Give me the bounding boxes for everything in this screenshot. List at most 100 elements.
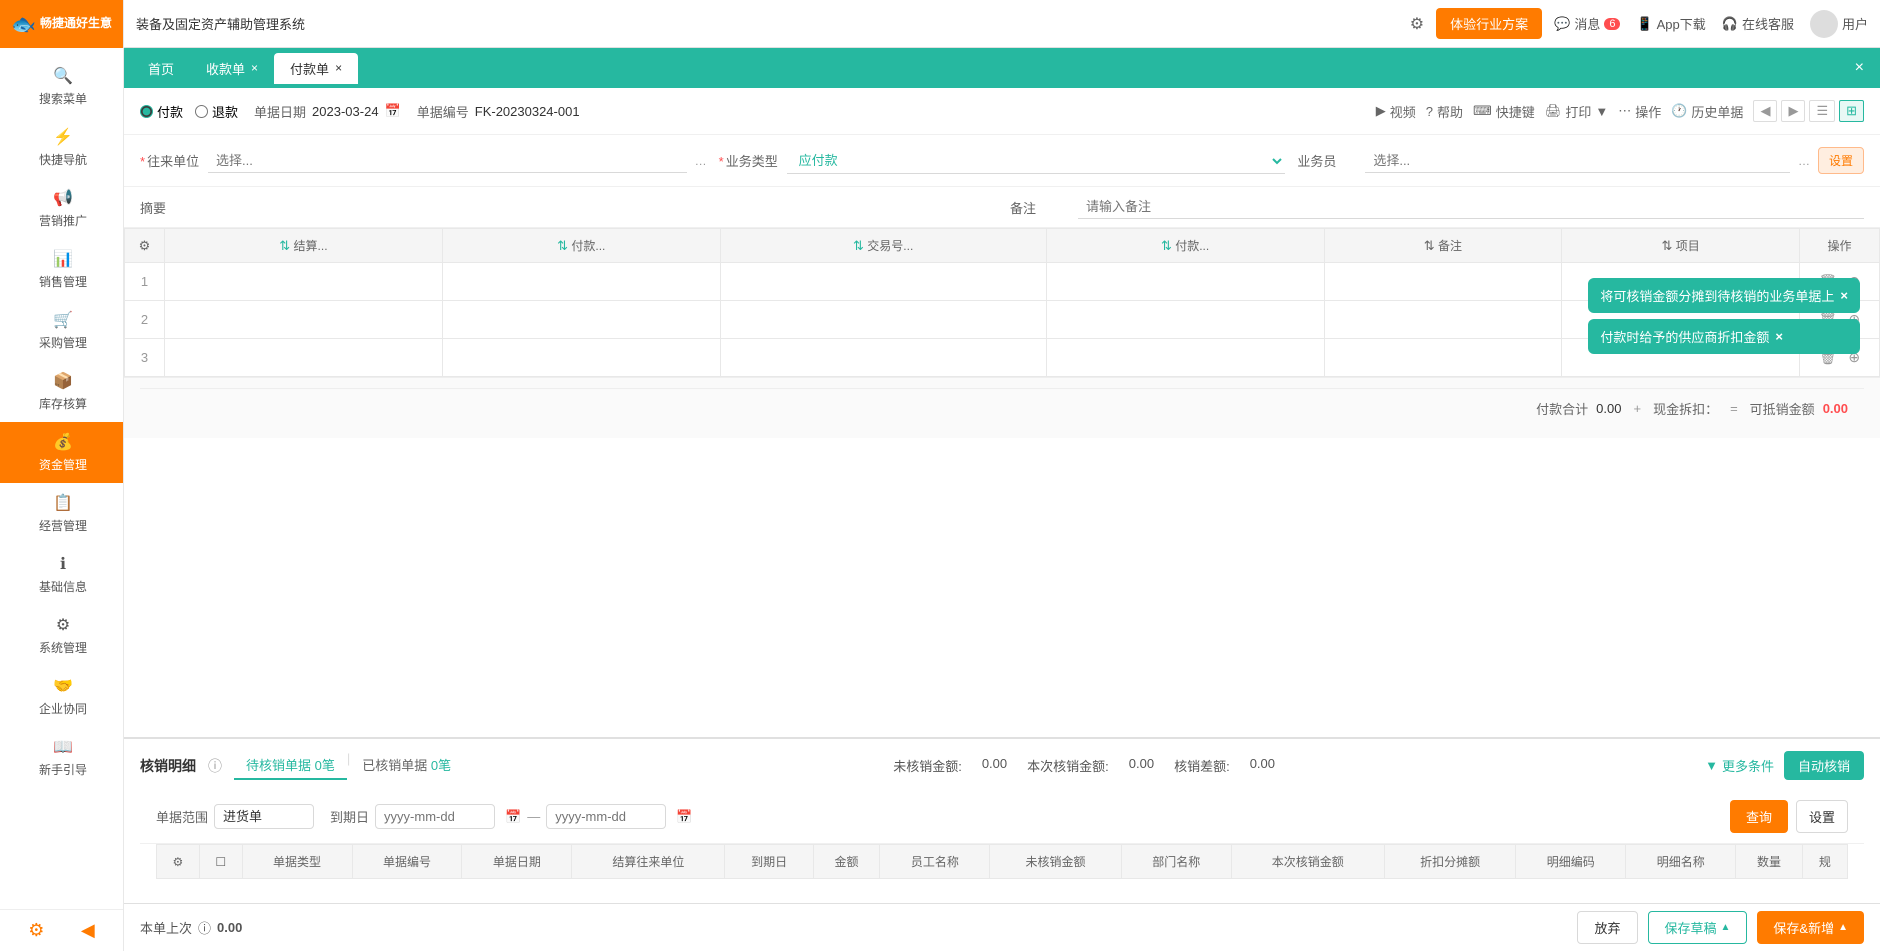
- row-settlement-1[interactable]: [165, 263, 443, 301]
- sidebar-item-nav[interactable]: ⚡ 快捷导航: [0, 117, 123, 178]
- system-title: 装备及固定资产辅助管理系统: [136, 14, 1398, 33]
- date-to-calendar-icon[interactable]: 📅: [676, 809, 692, 825]
- sidebar-item-sales[interactable]: 📊 销售管理: [0, 239, 123, 300]
- date-from-input[interactable]: [375, 804, 495, 829]
- save-new-arrow-icon[interactable]: ▲: [1838, 922, 1848, 933]
- verify-setting-button[interactable]: 设置: [1796, 800, 1848, 833]
- tab-home[interactable]: 首页: [132, 53, 190, 84]
- row-settlement-2[interactable]: [165, 301, 443, 339]
- voucher-no-label: 单据编号: [417, 102, 469, 121]
- trial-button[interactable]: 体验行业方案: [1436, 8, 1542, 39]
- payment-radio-input[interactable]: [140, 105, 153, 118]
- sidebar-settings-icon[interactable]: ⚙: [28, 920, 44, 941]
- counterparty-input[interactable]: [208, 149, 687, 173]
- sidebar-item-inventory[interactable]: 📦 库存核算: [0, 361, 123, 422]
- nav-prev-icon[interactable]: ◀: [1753, 100, 1777, 122]
- sidebar-item-enterprise[interactable]: 🤝 企业协同: [0, 666, 123, 727]
- col-settings[interactable]: ⚙: [125, 229, 165, 263]
- table-settings-icon: ⚙: [139, 238, 151, 253]
- nav-next-icon[interactable]: ▶: [1781, 100, 1805, 122]
- video-button[interactable]: ▶ 视频: [1376, 102, 1416, 121]
- auto-verify-button[interactable]: 自动核销: [1784, 751, 1864, 780]
- col-transaction: ⇅ 交易号...: [720, 229, 1046, 263]
- row-transaction-3[interactable]: [720, 339, 1046, 377]
- shortcut-icon: ⌨: [1473, 103, 1492, 119]
- bottom-help-icon[interactable]: ⓘ: [198, 918, 211, 937]
- app-download-button[interactable]: 📱 App下载: [1636, 14, 1705, 33]
- more-filter-button[interactable]: ▼ 更多条件: [1705, 756, 1774, 775]
- cash-tip-label: 现金拆扣：: [1653, 399, 1718, 418]
- print-button[interactable]: 🖨 打印 ▼: [1545, 102, 1608, 121]
- operation-button[interactable]: ⋯ 操作: [1618, 102, 1661, 121]
- list-icon[interactable]: ☰: [1809, 100, 1835, 122]
- row-settlement-3[interactable]: [165, 339, 443, 377]
- staff-input[interactable]: [1365, 149, 1790, 173]
- save-new-button[interactable]: 保存&新增 ▲: [1757, 911, 1864, 944]
- counterparty-more-icon[interactable]: …: [695, 154, 707, 168]
- save-draft-button[interactable]: 保存草稿 ▲: [1648, 911, 1748, 944]
- sidebar-item-operation[interactable]: 📋 经营管理: [0, 483, 123, 544]
- row-payment-amt-3[interactable]: [1046, 339, 1324, 377]
- help-button[interactable]: ? 帮助: [1426, 102, 1463, 121]
- user-button[interactable]: 用户: [1810, 10, 1868, 38]
- handshake-icon: 🤝: [53, 676, 73, 696]
- tab-payment-close[interactable]: ×: [335, 61, 342, 75]
- business-type-select[interactable]: 应付款: [787, 148, 1286, 174]
- payment-radio[interactable]: 付款: [140, 102, 183, 121]
- date-to-input[interactable]: [546, 804, 666, 829]
- topbar-settings-icon[interactable]: ⚙: [1410, 14, 1424, 34]
- history-button[interactable]: 🕐 历史单据: [1671, 102, 1743, 121]
- row-payment-amt-2[interactable]: [1046, 301, 1324, 339]
- query-button[interactable]: 查询: [1730, 800, 1788, 833]
- message-button[interactable]: 💬 消息 6: [1554, 14, 1620, 33]
- row-payment-amt-1[interactable]: [1046, 263, 1324, 301]
- pending-tab-label: 待核销单据: [246, 758, 311, 773]
- row-note-3[interactable]: [1324, 339, 1562, 377]
- voucher-range-select[interactable]: 进货单: [214, 804, 314, 829]
- available-label: 可抵销金额: [1750, 399, 1815, 418]
- shortcut-button[interactable]: ⌨ 快捷键: [1473, 102, 1535, 121]
- row-payment-acct-3[interactable]: [442, 339, 720, 377]
- row-payment-acct-2[interactable]: [442, 301, 720, 339]
- sidebar-item-finance[interactable]: 💰 资金管理: [0, 422, 123, 483]
- row-note-1[interactable]: [1324, 263, 1562, 301]
- megaphone-icon: 📢: [53, 188, 73, 208]
- sidebar-item-search[interactable]: 🔍 搜索菜单: [0, 56, 123, 117]
- save-draft-arrow-icon[interactable]: ▲: [1721, 922, 1731, 933]
- sidebar-item-guide[interactable]: 📖 新手引导: [0, 727, 123, 788]
- tooltip-1-close[interactable]: ×: [1840, 288, 1848, 303]
- tab-receipt-close[interactable]: ×: [251, 61, 258, 75]
- set-button[interactable]: 设置: [1818, 147, 1864, 174]
- customer-service-button[interactable]: 🎧 在线客服: [1722, 14, 1794, 33]
- verified-tab[interactable]: 已核销单据 0笔: [350, 751, 463, 780]
- refund-radio[interactable]: 退款: [195, 102, 238, 121]
- note-input[interactable]: [1078, 195, 1864, 219]
- row-transaction-2[interactable]: [720, 301, 1046, 339]
- tooltip-2-close[interactable]: ×: [1775, 329, 1783, 344]
- tooltip-1: 将可核销金额分摊到待核销的业务单据上 ×: [1588, 278, 1860, 313]
- abandon-button[interactable]: 放弃: [1577, 911, 1637, 944]
- main-close-icon[interactable]: ×: [1847, 55, 1872, 81]
- sidebar-item-label: 新手引导: [39, 761, 87, 778]
- sidebar-item-basic-info[interactable]: ℹ 基础信息: [0, 544, 123, 605]
- date-from-calendar-icon[interactable]: 📅: [505, 809, 521, 825]
- row-payment-acct-1[interactable]: [442, 263, 720, 301]
- grid-icon[interactable]: ⊞: [1839, 100, 1864, 122]
- refund-radio-input[interactable]: [195, 105, 208, 118]
- tab-payment[interactable]: 付款单 ×: [274, 53, 358, 84]
- tab-home-label: 首页: [148, 59, 174, 78]
- data-col-settings[interactable]: ⚙: [157, 845, 200, 879]
- data-col-checkbox[interactable]: ☐: [199, 845, 242, 879]
- row-transaction-1[interactable]: [720, 263, 1046, 301]
- staff-more-icon[interactable]: …: [1798, 154, 1810, 168]
- pending-tab[interactable]: 待核销单据 0笔: [234, 751, 347, 780]
- tab-receipt[interactable]: 收款单 ×: [190, 53, 274, 84]
- table-footer: 付款合计 0.00 + 现金拆扣： = 可抵销金额 0.00: [140, 388, 1864, 428]
- sidebar-collapse-icon[interactable]: ◀: [81, 920, 95, 941]
- sidebar-item-marketing[interactable]: 📢 营销推广: [0, 178, 123, 239]
- calendar-icon[interactable]: 📅: [385, 103, 401, 119]
- sidebar-item-purchase[interactable]: 🛒 采购管理: [0, 300, 123, 361]
- row-note-2[interactable]: [1324, 301, 1562, 339]
- sidebar-item-system[interactable]: ⚙ 系统管理: [0, 605, 123, 666]
- verify-help-icon[interactable]: ⓘ: [208, 756, 222, 776]
